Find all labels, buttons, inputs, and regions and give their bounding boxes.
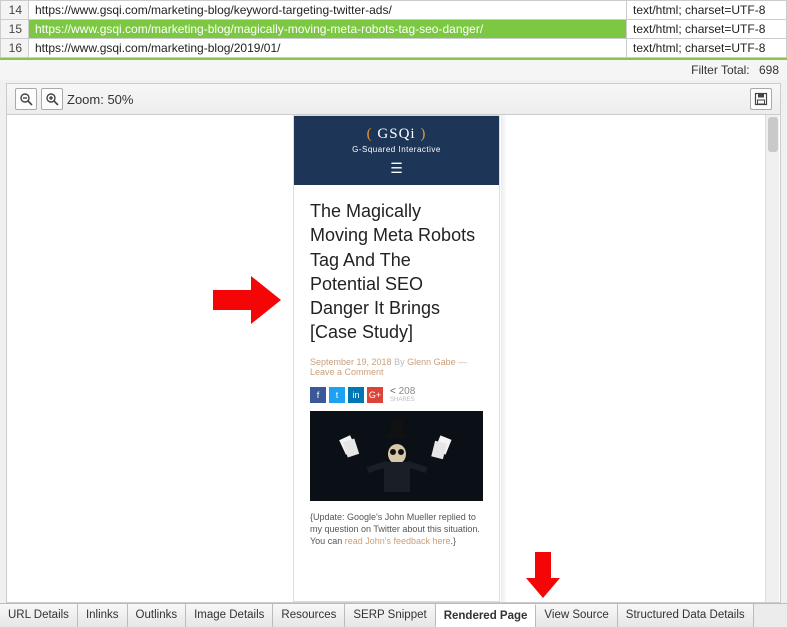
filter-total-bar: Filter Total: 698 <box>0 58 787 80</box>
facebook-share-icon[interactable]: f <box>310 387 326 403</box>
menu-icon[interactable]: ☰ <box>294 160 499 177</box>
zoom-toolbar: Zoom: 50% <box>6 83 781 115</box>
preview-scrollbar[interactable] <box>765 115 779 602</box>
site-tagline: G-Squared Interactive <box>294 145 499 154</box>
site-header: ( GSQi ) G-Squared Interactive ☰ <box>294 116 499 185</box>
zoom-label: Zoom: 50% <box>67 92 133 107</box>
share-row: f t in G+ < 208 SHARES <box>310 387 483 403</box>
filter-total-value: 698 <box>759 63 779 77</box>
row-content-type: text/html; charset=UTF-8 <box>627 1 787 20</box>
article-update-note: {Update: Google's John Mueller replied t… <box>310 511 483 547</box>
row-content-type: text/html; charset=UTF-8 <box>627 39 787 58</box>
url-list-table[interactable]: 14https://www.gsqi.com/marketing-blog/ke… <box>0 0 787 58</box>
twitter-share-icon[interactable]: t <box>329 387 345 403</box>
detail-tabs: URL DetailsInlinksOutlinksImage DetailsR… <box>0 603 787 627</box>
update-link[interactable]: read John's feedback here <box>345 536 451 546</box>
tab-serp-snippet[interactable]: SERP Snippet <box>345 604 435 627</box>
row-url[interactable]: https://www.gsqi.com/marketing-blog/keyw… <box>29 1 627 20</box>
tab-view-source[interactable]: View Source <box>536 604 617 627</box>
linkedin-share-icon[interactable]: in <box>348 387 364 403</box>
url-row[interactable]: 15https://www.gsqi.com/marketing-blog/ma… <box>1 20 787 39</box>
tab-image-details[interactable]: Image Details <box>186 604 273 627</box>
url-row[interactable]: 16https://www.gsqi.com/marketing-blog/20… <box>1 39 787 58</box>
article-title: The Magically Moving Meta Robots Tag And… <box>310 199 483 345</box>
site-logo: ( GSQi ) <box>294 126 499 143</box>
url-row[interactable]: 14https://www.gsqi.com/marketing-blog/ke… <box>1 1 787 20</box>
tab-rendered-page[interactable]: Rendered Page <box>436 604 537 627</box>
row-url[interactable]: https://www.gsqi.com/marketing-blog/magi… <box>29 20 627 39</box>
tab-resources[interactable]: Resources <box>273 604 345 627</box>
rendered-page-frame[interactable]: ( GSQi ) G-Squared Interactive ☰ The Mag… <box>293 115 500 602</box>
comment-link[interactable]: Leave a Comment <box>310 367 384 377</box>
article-body: The Magically Moving Meta Robots Tag And… <box>294 185 499 551</box>
row-number: 15 <box>1 20 29 39</box>
zoom-in-button[interactable] <box>41 88 63 110</box>
share-count: < 208 SHARES <box>390 387 415 403</box>
row-url[interactable]: https://www.gsqi.com/marketing-blog/2019… <box>29 39 627 58</box>
tab-structured-data[interactable]: Structured Data Details <box>618 604 754 627</box>
row-number: 14 <box>1 1 29 20</box>
tab-url-details[interactable]: URL Details <box>0 604 78 627</box>
tab-outlinks[interactable]: Outlinks <box>128 604 187 627</box>
filter-total-label: Filter Total: <box>691 63 749 77</box>
preview-scrollbar-thumb[interactable] <box>768 117 778 152</box>
zoom-out-button[interactable] <box>15 88 37 110</box>
author-link[interactable]: Glenn Gabe <box>407 357 456 367</box>
tab-inlinks[interactable]: Inlinks <box>78 604 128 627</box>
article-hero-image <box>310 411 483 501</box>
row-number: 16 <box>1 39 29 58</box>
article-meta: September 19, 2018 By Glenn Gabe — Leave… <box>310 357 483 377</box>
save-button[interactable] <box>750 88 772 110</box>
row-content-type: text/html; charset=UTF-8 <box>627 20 787 39</box>
rendered-preview-pane: ( GSQi ) G-Squared Interactive ☰ The Mag… <box>6 115 781 603</box>
google-plus-share-icon[interactable]: G+ <box>367 387 383 403</box>
